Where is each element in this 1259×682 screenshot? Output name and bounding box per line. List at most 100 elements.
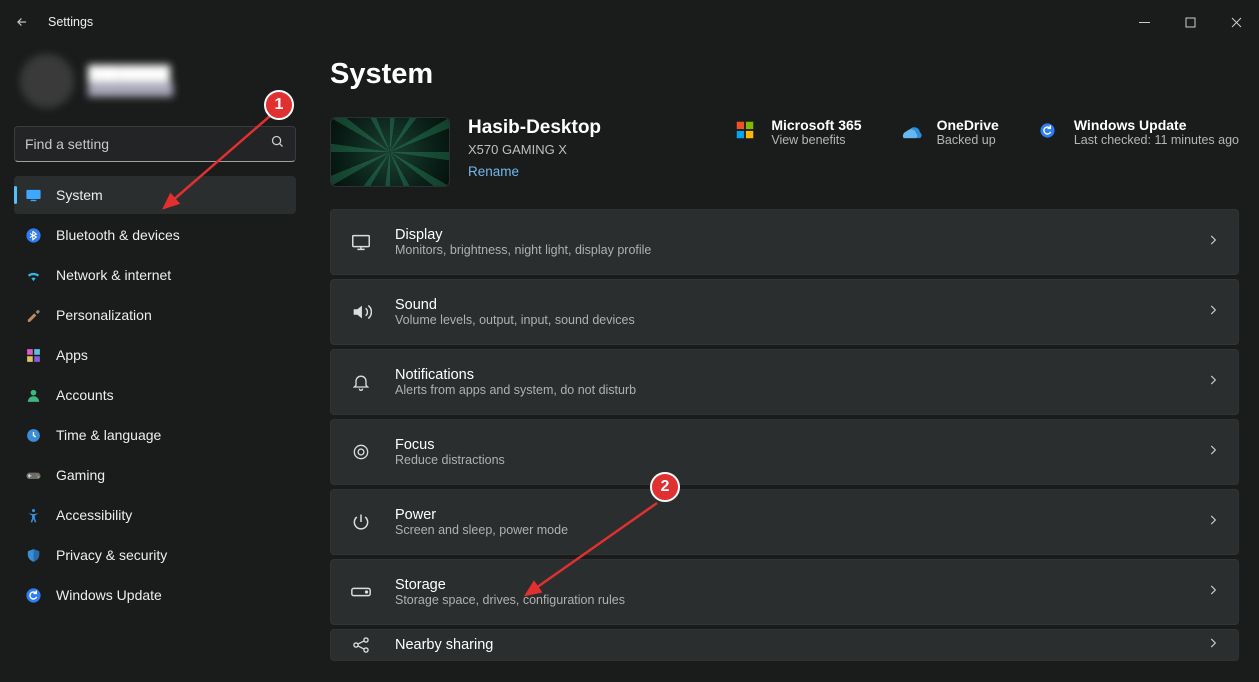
- nav-label: Accessibility: [56, 507, 132, 523]
- bell-icon: [349, 370, 373, 394]
- main-content: System Hasib-Desktop X570 GAMING X Renam…: [310, 44, 1259, 682]
- opt-sub: Volume levels, output, input, sound devi…: [395, 313, 1184, 327]
- nav-system[interactable]: System: [14, 176, 296, 214]
- minimize-button[interactable]: [1121, 6, 1167, 38]
- nav-network[interactable]: Network & internet: [14, 256, 296, 294]
- nav-apps[interactable]: Apps: [14, 336, 296, 374]
- clock-icon: [24, 426, 42, 444]
- nav-label: Bluetooth & devices: [56, 227, 180, 243]
- onedrive-icon: [898, 117, 924, 143]
- chevron-right-icon: [1206, 583, 1220, 602]
- option-list: DisplayMonitors, brightness, night light…: [330, 209, 1239, 661]
- opt-title: Focus: [395, 437, 1184, 453]
- opt-title: Sound: [395, 297, 1184, 313]
- brush-icon: [24, 306, 42, 324]
- profile-card[interactable]: ████████ ██████████: [14, 44, 296, 126]
- pc-name: Hasib-Desktop: [468, 117, 601, 139]
- svc-title: Microsoft 365: [771, 117, 861, 133]
- opt-title: Notifications: [395, 367, 1184, 383]
- opt-title: Display: [395, 227, 1184, 243]
- opt-power[interactable]: PowerScreen and sleep, power mode: [330, 489, 1239, 555]
- pc-thumbnail: [330, 117, 450, 187]
- chevron-right-icon: [1206, 513, 1220, 532]
- opt-sound[interactable]: SoundVolume levels, output, input, sound…: [330, 279, 1239, 345]
- display-icon: [349, 230, 373, 254]
- opt-sub: Alerts from apps and system, do not dist…: [395, 383, 1184, 397]
- shield-icon: [24, 546, 42, 564]
- search-box[interactable]: [14, 126, 296, 162]
- window-controls: [1121, 6, 1259, 38]
- nav-gaming[interactable]: Gaming: [14, 456, 296, 494]
- apps-icon: [24, 346, 42, 364]
- opt-storage[interactable]: StorageStorage space, drives, configurat…: [330, 559, 1239, 625]
- wifi-icon: [24, 266, 42, 284]
- profile-email: ██████████: [88, 82, 173, 96]
- back-button[interactable]: [8, 8, 36, 36]
- svc-onedrive[interactable]: OneDriveBacked up: [898, 117, 999, 147]
- opt-sub: Screen and sleep, power mode: [395, 523, 1184, 537]
- pc-card[interactable]: Hasib-Desktop X570 GAMING X Rename: [330, 117, 601, 187]
- storage-icon: [349, 580, 373, 604]
- opt-title: Storage: [395, 577, 1184, 593]
- nav-label: Privacy & security: [56, 547, 167, 563]
- nav-update[interactable]: Windows Update: [14, 576, 296, 614]
- opt-sub: Reduce distractions: [395, 453, 1184, 467]
- monitor-icon: [24, 186, 42, 204]
- search-input[interactable]: [25, 136, 270, 152]
- opt-title: Power: [395, 507, 1184, 523]
- nav-label: Apps: [56, 347, 88, 363]
- opt-focus[interactable]: FocusReduce distractions: [330, 419, 1239, 485]
- nav-personalization[interactable]: Personalization: [14, 296, 296, 334]
- nav-privacy[interactable]: Privacy & security: [14, 536, 296, 574]
- pc-model: X570 GAMING X: [468, 142, 601, 157]
- sidebar: ████████ ██████████ System Bluetooth & de…: [0, 44, 310, 682]
- chevron-right-icon: [1206, 303, 1220, 322]
- close-button[interactable]: [1213, 6, 1259, 38]
- nav-label: Windows Update: [56, 587, 162, 603]
- opt-sub: Monitors, brightness, night light, displ…: [395, 243, 1184, 257]
- opt-nearby[interactable]: Nearby sharing: [330, 629, 1239, 661]
- opt-notifications[interactable]: NotificationsAlerts from apps and system…: [330, 349, 1239, 415]
- annotation-badge-2: 2: [650, 472, 680, 502]
- profile-name: ████████: [88, 66, 173, 82]
- update-icon: [1035, 117, 1061, 143]
- update-icon: [24, 586, 42, 604]
- opt-display[interactable]: DisplayMonitors, brightness, night light…: [330, 209, 1239, 275]
- accessibility-icon: [24, 506, 42, 524]
- nav-label: Personalization: [56, 307, 152, 323]
- nav-label: System: [56, 187, 103, 203]
- sound-icon: [349, 300, 373, 324]
- rename-link[interactable]: Rename: [468, 164, 601, 179]
- focus-icon: [349, 440, 373, 464]
- bluetooth-icon: [24, 226, 42, 244]
- chevron-right-icon: [1206, 233, 1220, 252]
- nav-accessibility[interactable]: Accessibility: [14, 496, 296, 534]
- annotation-badge-1: 1: [264, 90, 294, 120]
- svc-sub: View benefits: [771, 133, 861, 147]
- person-icon: [24, 386, 42, 404]
- svc-sub: Backed up: [937, 133, 999, 147]
- chevron-right-icon: [1206, 373, 1220, 392]
- nav-time[interactable]: Time & language: [14, 416, 296, 454]
- ms365-icon: [732, 117, 758, 143]
- nav-label: Network & internet: [56, 267, 171, 283]
- svc-ms365[interactable]: Microsoft 365View benefits: [732, 117, 861, 147]
- svc-title: OneDrive: [937, 117, 999, 133]
- chevron-right-icon: [1206, 443, 1220, 462]
- nav-bluetooth[interactable]: Bluetooth & devices: [14, 216, 296, 254]
- gamepad-icon: [24, 466, 42, 484]
- share-icon: [349, 633, 373, 657]
- nav-label: Gaming: [56, 467, 105, 483]
- svc-sub: Last checked: 11 minutes ago: [1074, 133, 1239, 147]
- window-title: Settings: [48, 15, 93, 29]
- opt-sub: Storage space, drives, configuration rul…: [395, 593, 1184, 607]
- avatar: [20, 54, 74, 108]
- nav-accounts[interactable]: Accounts: [14, 376, 296, 414]
- nav-label: Accounts: [56, 387, 114, 403]
- svc-title: Windows Update: [1074, 117, 1239, 133]
- chevron-right-icon: [1206, 636, 1220, 655]
- svc-winupdate[interactable]: Windows UpdateLast checked: 11 minutes a…: [1035, 117, 1239, 147]
- power-icon: [349, 510, 373, 534]
- maximize-button[interactable]: [1167, 6, 1213, 38]
- titlebar: Settings: [0, 0, 1259, 44]
